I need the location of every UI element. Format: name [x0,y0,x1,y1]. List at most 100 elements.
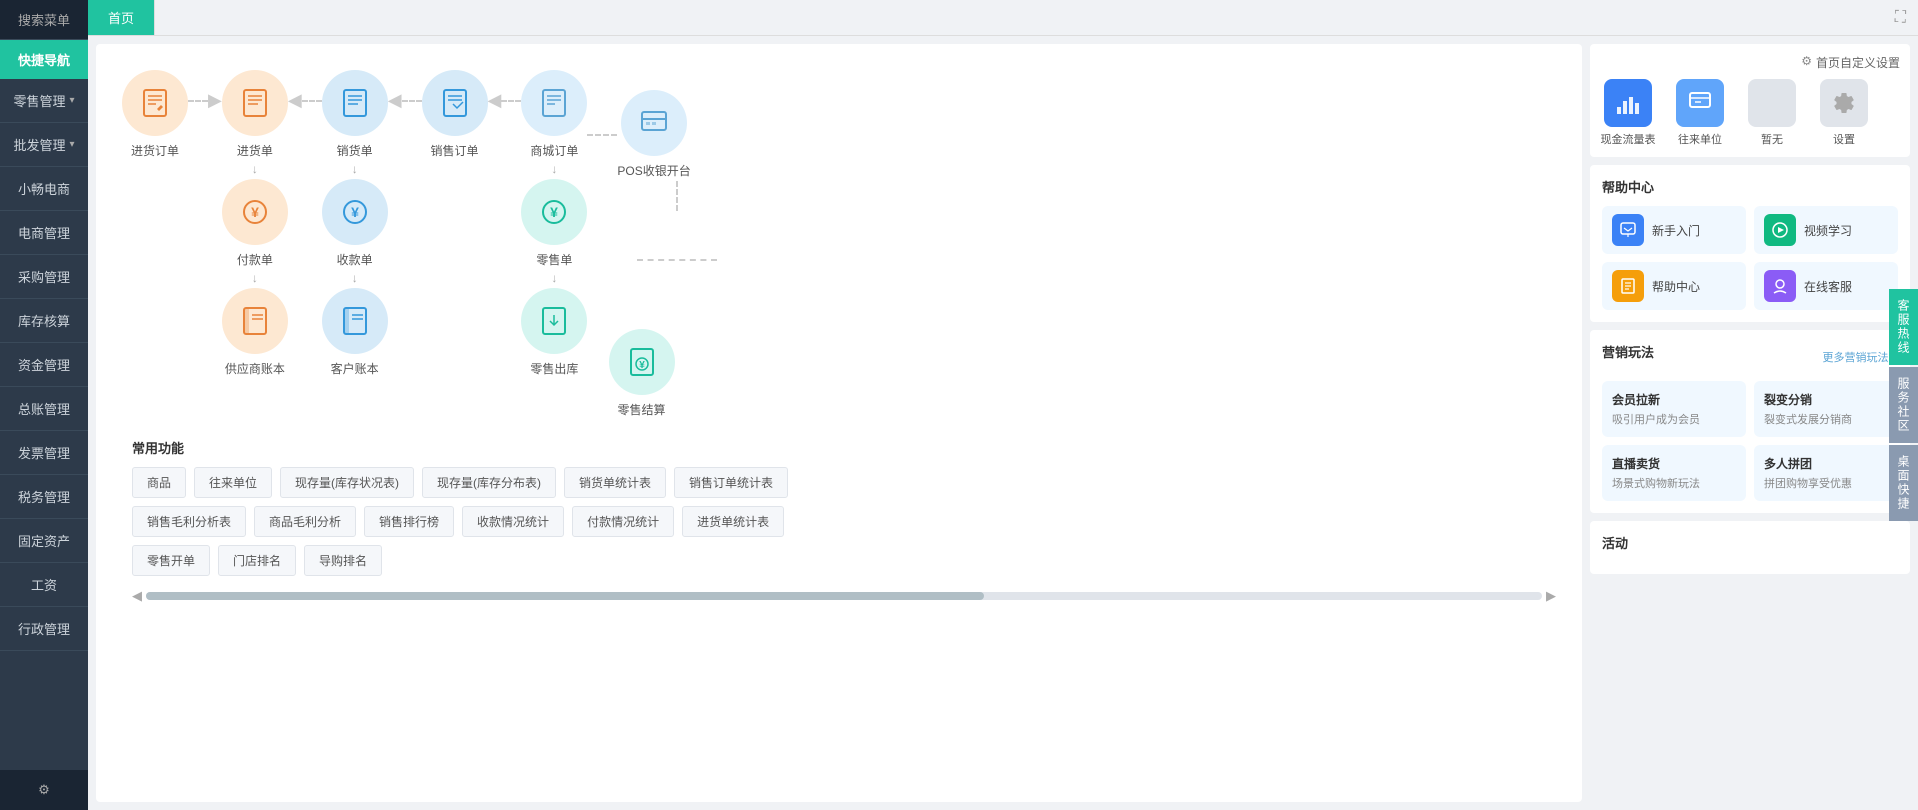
left-panel: 进货订单 ▶ 进货单 ↓ [96,44,1582,802]
customer-book-icon[interactable] [322,288,388,354]
marketing-title: 营销玩法 [1602,342,1654,361]
func-btn-goods[interactable]: 商品 [132,467,186,498]
marketing-item-member[interactable]: 会员拉新 吸引用户成为会员 [1602,381,1746,437]
quick-icon-none[interactable]: 暂无 [1744,79,1800,147]
docs-label: 帮助中心 [1652,278,1700,295]
help-item-docs[interactable]: 帮助中心 [1602,262,1746,310]
sidebar-nav-header: 快捷导航 [0,40,88,79]
beginner-label: 新手入门 [1652,222,1700,239]
sidebar-item-salary[interactable]: 工资 [0,563,88,607]
fullscreen-button[interactable]: ⛶ [1883,0,1918,35]
sidebar-item-admin[interactable]: 行政管理 [0,607,88,651]
func-btn-sales-stat[interactable]: 销货单统计表 [564,467,666,498]
video-label: 视频学习 [1804,222,1852,239]
purchase-label: 进货单 [237,142,273,159]
supplier-book-icon[interactable] [222,288,288,354]
func-btn-stock-status[interactable]: 现存量(库存状况表) [280,467,414,498]
horizontal-scrollbar[interactable]: ◀ ▶ [132,588,1556,604]
sidebar-item-wholesale[interactable]: 批发管理 ▾ [0,123,88,167]
scroll-right-icon[interactable]: ▶ [1546,588,1556,604]
sidebar-search[interactable]: 搜索菜单 [0,0,88,40]
sidebar-item-inventory[interactable]: 库存核算 [0,299,88,343]
sidebar: 搜索菜单 快捷导航 零售管理 ▾ 批发管理 ▾ 小畅电商 电商管理 采购管理 库… [0,0,88,810]
gear-icon: ⚙ [1801,54,1812,71]
marketing-item-group[interactable]: 多人拼团 拼团购物享受优惠 [1754,445,1898,501]
flow-node-retail-settle-bottom: ¥ 零售结算 [609,329,675,418]
sidebar-item-label: 采购管理 [18,267,70,286]
sidebar-item-invoice[interactable]: 发票管理 [0,431,88,475]
marketing-section: 营销玩法 更多营销玩法 > 会员拉新 吸引用户成为会员 裂变分销 裂变式发展分销… [1590,330,1910,513]
retail-outbound-icon[interactable] [521,288,587,354]
float-btn-desktop[interactable]: 桌面快捷 [1889,445,1918,521]
float-btn-service[interactable]: 客服热线 [1889,289,1918,365]
activities-title: 活动 [1602,533,1898,552]
func-btn-gross-profit-goods[interactable]: 商品毛利分析 [254,506,356,537]
help-item-service[interactable]: 在线客服 [1754,262,1898,310]
sidebar-item-label: 发票管理 [18,443,70,462]
pos-icon[interactable] [621,90,687,156]
sidebar-item-fixed-assets[interactable]: 固定资产 [0,519,88,563]
group-desc: 拼团购物享受优惠 [1764,475,1888,491]
main-area: 首页 ⛶ 进货订单 [88,0,1918,810]
mall-order-icon[interactable] [521,70,587,136]
func-btn-parties[interactable]: 往来单位 [194,467,272,498]
sales-icon[interactable] [322,70,388,136]
sidebar-item-tax[interactable]: 税务管理 [0,475,88,519]
retail-order-label: 零售单 [536,251,572,268]
tab-home[interactable]: 首页 [88,0,155,35]
func-btn-store-rank[interactable]: 门店排名 [218,545,296,576]
quick-access-header: ⚙ 首页自定义设置 [1600,54,1900,71]
down-arrow-icon: ↓ [551,159,557,179]
purchase-icon[interactable] [222,70,288,136]
scroll-left-icon[interactable]: ◀ [132,588,142,604]
marketing-item-live[interactable]: 直播卖货 场景式购物新玩法 [1602,445,1746,501]
func-btn-order-stat[interactable]: 销售订单统计表 [674,467,788,498]
sidebar-settings[interactable]: ⚙ [0,770,88,810]
sidebar-item-label: 固定资产 [18,531,70,550]
sidebar-item-ecommerce-small[interactable]: 小畅电商 [0,167,88,211]
quick-icon-cashflow[interactable]: 现金流量表 [1600,79,1656,147]
receipt-icon[interactable]: ¥ [322,179,388,245]
sales-order-icon[interactable] [422,70,488,136]
sales-label: 销货单 [337,142,373,159]
float-btn-community[interactable]: 服务社区 [1889,367,1918,443]
sidebar-item-ledger[interactable]: 总账管理 [0,387,88,431]
func-btn-payment-stat[interactable]: 付款情况统计 [572,506,674,537]
content-area: 进货订单 ▶ 进货单 ↓ [88,36,1918,810]
help-item-video[interactable]: 视频学习 [1754,206,1898,254]
sidebar-item-purchase[interactable]: 采购管理 [0,255,88,299]
svg-text:¥: ¥ [550,204,558,220]
retail-outbound-label: 零售出库 [530,360,578,377]
func-btn-purchase-stat[interactable]: 进货单统计表 [682,506,784,537]
customize-label[interactable]: 首页自定义设置 [1816,54,1900,71]
func-btn-receipt-stat[interactable]: 收款情况统计 [462,506,564,537]
sidebar-item-ecommerce-mgmt[interactable]: 电商管理 [0,211,88,255]
purchase-order-icon[interactable] [122,70,188,136]
arrow-left-icon: ◀ [388,90,422,111]
quick-icon-parties[interactable]: 往来单位 [1672,79,1728,147]
sidebar-item-retail-label: 零售管理 [13,91,65,110]
func-row-3: 零售开单 门店排名 导购排名 [132,545,1556,576]
purchase-order-label: 进货订单 [131,142,179,159]
help-item-beginner[interactable]: 新手入门 [1602,206,1746,254]
sidebar-item-retail[interactable]: 零售管理 ▾ [0,79,88,123]
arrow-left-icon: ◀ [488,90,522,111]
sidebar-item-label: 库存核算 [18,311,70,330]
sidebar-item-label: 电商管理 [18,223,70,242]
func-btn-stock-dist[interactable]: 现存量(库存分布表) [422,467,556,498]
retail-settle-icon[interactable]: ¥ [609,329,675,395]
sidebar-item-wholesale-label: 批发管理 [13,135,65,154]
func-btn-retail-order[interactable]: 零售开单 [132,545,210,576]
member-desc: 吸引用户成为会员 [1612,411,1736,427]
sidebar-item-finance[interactable]: 资金管理 [0,343,88,387]
down-arrow-icon: ↓ [352,268,358,288]
func-btn-sales-rank[interactable]: 销售排行榜 [364,506,454,537]
mall-order-label: 商城订单 [530,142,578,159]
retail-order-icon[interactable]: ¥ [521,179,587,245]
payment-icon[interactable]: ¥ [222,179,288,245]
func-btn-guide-rank[interactable]: 导购排名 [304,545,382,576]
marketing-item-fission[interactable]: 裂变分销 裂变式发展分销商 [1754,381,1898,437]
more-marketing-link[interactable]: 更多营销玩法 > [1823,349,1898,365]
func-btn-gross-profit-sales[interactable]: 销售毛利分析表 [132,506,246,537]
quick-icon-settings[interactable]: 设置 [1816,79,1872,147]
